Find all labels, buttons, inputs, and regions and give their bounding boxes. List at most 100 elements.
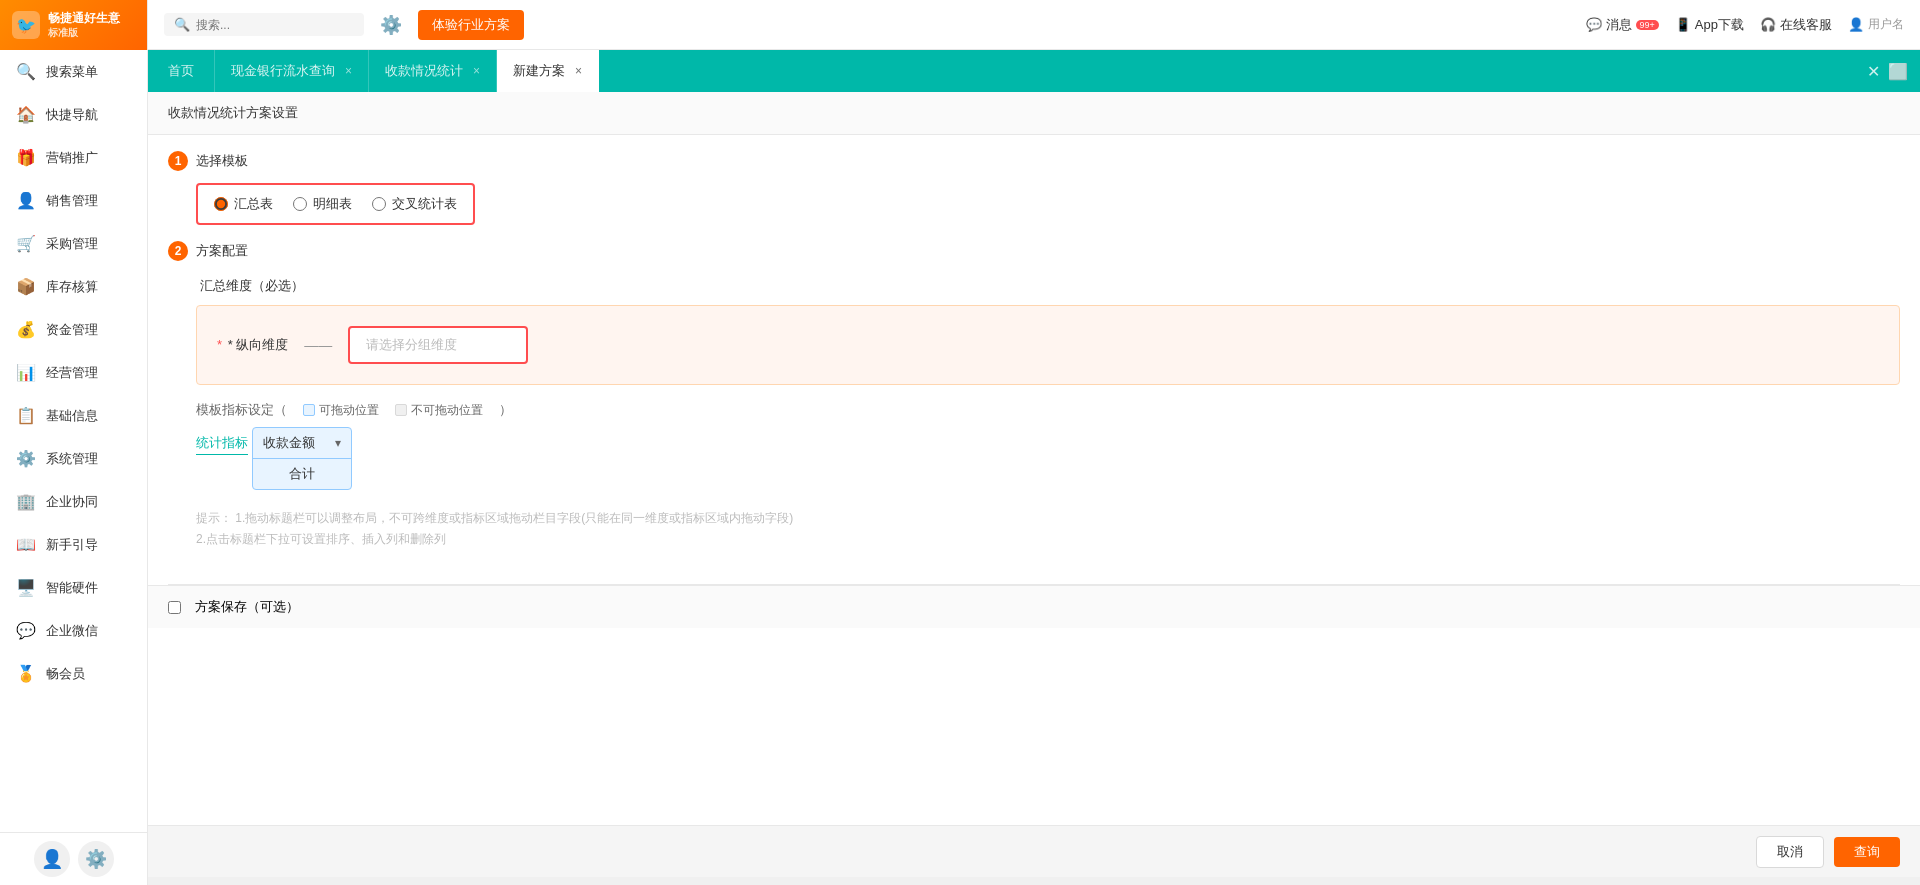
sidebar-item-quick-nav[interactable]: 🏠 快捷导航 xyxy=(0,93,147,136)
search-box[interactable]: 🔍 xyxy=(164,13,364,36)
dimension-row: * * 纵向维度 —— 请选择分组维度 xyxy=(217,326,1879,364)
arrow-icon: —— xyxy=(304,337,332,353)
radio-cross-input[interactable] xyxy=(372,197,386,211)
tips-section: 提示： 1.拖动标题栏可以调整布局，不可跨维度或指标区域拖动栏目字段(只能在同一… xyxy=(196,510,1900,568)
bell-icon: 💬 xyxy=(1586,17,1602,32)
sidebar-item-basic[interactable]: 📋 基础信息 xyxy=(0,394,147,437)
metrics-header: 模板指标设定（ 可拖动位置 不可拖动位置 ） xyxy=(196,401,1900,419)
sidebar-settings-icon[interactable]: ⚙️ xyxy=(78,841,114,877)
search-icon: 🔍 xyxy=(174,17,190,32)
save-checkbox[interactable] xyxy=(168,601,181,614)
sidebar-item-guide[interactable]: 📖 新手引导 xyxy=(0,523,147,566)
sidebar-bottom: 👤 ⚙️ xyxy=(0,832,147,885)
tab-close-receipt[interactable]: × xyxy=(473,64,480,78)
download-btn[interactable]: 📱 App下载 xyxy=(1675,16,1744,34)
query-button[interactable]: 查询 xyxy=(1834,837,1900,867)
content-area: 收款情况统计方案设置 1 选择模板 汇总表 xyxy=(148,92,1920,825)
draggable-badge: 可拖动位置 xyxy=(303,402,379,419)
sidebar-item-inventory[interactable]: 📦 库存核算 xyxy=(0,265,147,308)
tabbar: 首页 现金银行流水查询 × 收款情况统计 × 新建方案 × ✕ ⬜ xyxy=(148,50,1920,92)
user-icon: 👤 xyxy=(1848,17,1864,32)
sidebar-item-search[interactable]: 🔍 搜索菜单 xyxy=(0,50,147,93)
notification-btn[interactable]: 💬 消息 99+ xyxy=(1586,16,1659,34)
sidebar-item-hardware[interactable]: 🖥️ 智能硬件 xyxy=(0,566,147,609)
close-window-icon[interactable]: ✕ xyxy=(1867,62,1880,81)
sidebar-item-wechat[interactable]: 💬 企业微信 xyxy=(0,609,147,652)
tab-cashflow[interactable]: 现金银行流水查询 × xyxy=(215,50,369,92)
sidebar-item-purchase[interactable]: 🛒 采购管理 xyxy=(0,222,147,265)
radio-summary-input[interactable] xyxy=(214,197,228,211)
radio-cross[interactable]: 交叉统计表 xyxy=(372,195,457,213)
building-icon: 🏢 xyxy=(16,492,36,511)
search-icon: 🔍 xyxy=(16,62,36,81)
logo-icon: 🐦 xyxy=(12,11,40,39)
stats-label: 统计指标 xyxy=(196,434,248,455)
dimension-area: * * 纵向维度 —— 请选择分组维度 xyxy=(196,305,1900,385)
breadcrumb: 收款情况统计方案设置 xyxy=(148,92,1920,135)
sidebar-item-enterprise[interactable]: 🏢 企业协同 xyxy=(0,480,147,523)
maximize-icon[interactable]: ⬜ xyxy=(1888,62,1908,81)
dimension-select[interactable]: 请选择分组维度 xyxy=(348,326,528,364)
metric-card-header: 收款金额 ▾ xyxy=(253,428,351,459)
chart-icon: 📊 xyxy=(16,363,36,382)
metric-card: 收款金额 ▾ 合计 xyxy=(252,427,352,490)
page-content: 收款情况统计方案设置 1 选择模板 汇总表 xyxy=(148,92,1920,885)
metrics-section: 模板指标设定（ 可拖动位置 不可拖动位置 ） xyxy=(196,401,1900,490)
industry-btn[interactable]: 体验行业方案 xyxy=(418,10,524,40)
gear-icon: ⚙️ xyxy=(16,449,36,468)
tab-home[interactable]: 首页 xyxy=(148,50,215,92)
radio-summary[interactable]: 汇总表 xyxy=(214,195,273,213)
sidebar-item-member[interactable]: 🏅 畅会员 xyxy=(0,652,147,695)
tab-new-plan[interactable]: 新建方案 × xyxy=(497,50,599,92)
user-info[interactable]: 👤 用户名 xyxy=(1848,16,1904,33)
radio-group: 汇总表 明细表 交叉统计表 xyxy=(214,195,457,213)
chat-icon: 💬 xyxy=(16,621,36,640)
sidebar: 🐦 畅捷通好生意 标准版 🔍 搜索菜单 🏠 快捷导航 🎁 营销推广 👤 销售管理… xyxy=(0,0,148,885)
tab-close-cashflow[interactable]: × xyxy=(345,64,352,78)
app-logo: 🐦 畅捷通好生意 标准版 xyxy=(0,0,147,50)
headset-icon: 🎧 xyxy=(1760,17,1776,32)
main-content: 🔍 ⚙️ 体验行业方案 💬 消息 99+ 📱 App下载 🎧 在线客服 👤 用户… xyxy=(148,0,1920,885)
save-label: 方案保存（可选） xyxy=(195,598,299,616)
tabbar-controls: ✕ ⬜ xyxy=(1855,50,1920,92)
sidebar-item-sales[interactable]: 👤 销售管理 xyxy=(0,179,147,222)
clipboard-icon: 📋 xyxy=(16,406,36,425)
sidebar-item-operation[interactable]: 📊 经营管理 xyxy=(0,351,147,394)
sidebar-item-finance[interactable]: 💰 资金管理 xyxy=(0,308,147,351)
home-icon: 🏠 xyxy=(16,105,36,124)
cart-icon: 🛒 xyxy=(16,234,36,253)
step2-header: 2 方案配置 xyxy=(168,241,1900,261)
metric-dropdown-icon[interactable]: ▾ xyxy=(335,436,341,450)
step2-section: 2 方案配置 汇总维度（必选） * * 纵向维度 xyxy=(148,241,1920,584)
search-input[interactable] xyxy=(196,18,336,32)
save-section: 方案保存（可选） xyxy=(148,585,1920,628)
draggable-dot xyxy=(303,404,315,416)
sidebar-user-avatar[interactable]: 👤 xyxy=(34,841,70,877)
template-selector: 汇总表 明细表 交叉统计表 xyxy=(196,183,475,225)
step1-section: 1 选择模板 汇总表 明细表 xyxy=(148,135,1920,241)
page-footer: 取消 查询 xyxy=(148,825,1920,877)
sidebar-item-marketing[interactable]: 🎁 营销推广 xyxy=(0,136,147,179)
money-icon: 💰 xyxy=(16,320,36,339)
book-icon: 📖 xyxy=(16,535,36,554)
metric-card-body: 合计 xyxy=(253,459,351,489)
cancel-button[interactable]: 取消 xyxy=(1756,836,1824,868)
service-btn[interactable]: 🎧 在线客服 xyxy=(1760,16,1832,34)
app-name: 畅捷通好生意 标准版 xyxy=(48,11,120,40)
dimension-section-label: 汇总维度（必选） xyxy=(196,277,1900,295)
vertical-dimension-label: * * 纵向维度 xyxy=(217,336,288,354)
medal-icon: 🏅 xyxy=(16,664,36,683)
download-icon: 📱 xyxy=(1675,17,1691,32)
gift-icon: 🎁 xyxy=(16,148,36,167)
monitor-icon: 🖥️ xyxy=(16,578,36,597)
topbar-actions: 💬 消息 99+ 📱 App下载 🎧 在线客服 👤 用户名 xyxy=(1586,16,1904,34)
step1-indicator: 1 选择模板 xyxy=(168,151,248,171)
gear-icon[interactable]: ⚙️ xyxy=(380,14,402,36)
radio-detail[interactable]: 明细表 xyxy=(293,195,352,213)
sidebar-item-system[interactable]: ⚙️ 系统管理 xyxy=(0,437,147,480)
box-icon: 📦 xyxy=(16,277,36,296)
person-icon: 👤 xyxy=(16,191,36,210)
tab-close-new-plan[interactable]: × xyxy=(575,64,582,78)
radio-detail-input[interactable] xyxy=(293,197,307,211)
tab-receipt[interactable]: 收款情况统计 × xyxy=(369,50,497,92)
